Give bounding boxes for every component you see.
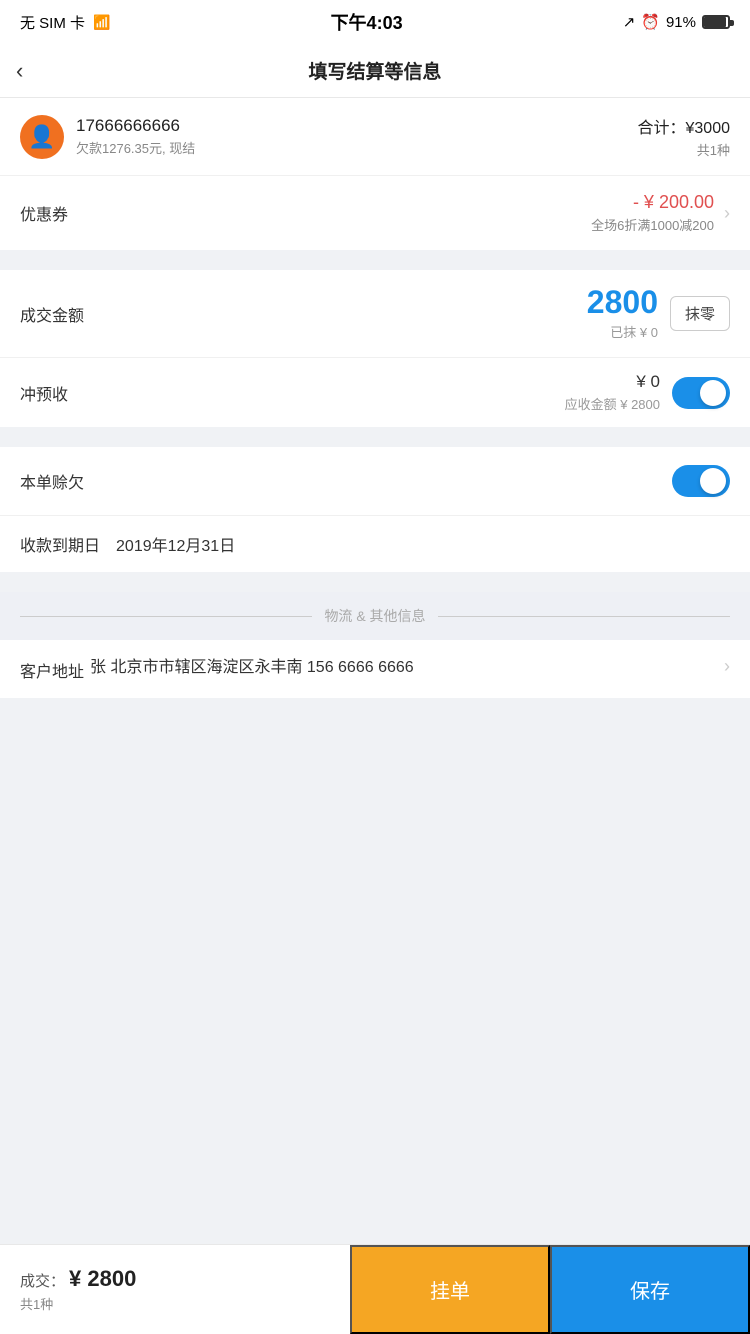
address-chevron-icon: › (724, 656, 730, 677)
address-label: 客户地址 (20, 656, 90, 682)
credit-toggle[interactable] (672, 465, 730, 497)
deal-card: 成交金额 2800 已抹 ¥ 0 抹零 冲预收 ¥ 0 应收金额 ¥ 2800 (0, 270, 750, 427)
logistics-separator: 物流 & 其他信息 (0, 592, 750, 640)
separator-2 (0, 437, 750, 447)
customer-row: 👤 17666666666 欠款1276.35元, 现结 合计：¥3000 共1… (0, 98, 750, 176)
status-bar: 无 SIM 卡 📶 下午4:03 ↗ ⏰ 91% (0, 0, 750, 44)
prepay-label: 冲预收 (20, 381, 68, 405)
separator-3 (0, 582, 750, 592)
customer-info: 17666666666 欠款1276.35元, 现结 (76, 116, 195, 157)
coupon-discount: - ¥ 200.00 全场6折满1000减200 (591, 192, 714, 234)
bottom-info: 成交： ¥ 2800 共1种 (0, 1245, 350, 1334)
customer-right: 合计：¥3000 共1种 (638, 114, 731, 159)
customer-card: 👤 17666666666 欠款1276.35元, 现结 合计：¥3000 共1… (0, 98, 750, 250)
header: ‹ 填写结算等信息 (0, 44, 750, 98)
deal-label: 成交金额 (20, 302, 84, 326)
bottom-deal-label: 成交： (20, 1270, 65, 1291)
battery-fill (704, 17, 726, 27)
prepay-receivable: 应收金额 ¥ 2800 (565, 394, 660, 413)
logistics-line-right (438, 616, 730, 617)
location-icon: ↗ (623, 13, 636, 31)
bottom-bar: 成交： ¥ 2800 共1种 挂单 保存 (0, 1244, 750, 1334)
due-row: 收款到期日 2019年12月31日 (0, 515, 750, 572)
customer-count: 共1种 (638, 140, 731, 159)
coupon-right: - ¥ 200.00 全场6折满1000减200 › (591, 192, 730, 234)
battery-percent: 91% (666, 14, 696, 31)
credit-card: 本单赊欠 收款到期日 2019年12月31日 (0, 447, 750, 572)
wifi-icon: 📶 (93, 14, 110, 31)
address-text: 张 北京市市辖区海淀区永丰南 156 6666 6666 (90, 656, 720, 680)
status-time: 下午4:03 (331, 9, 403, 35)
logistics-line-left (20, 616, 312, 617)
customer-left: 👤 17666666666 欠款1276.35元, 现结 (20, 115, 195, 159)
battery-bar (702, 15, 730, 29)
coupon-desc: 全场6折满1000减200 (591, 215, 714, 234)
pending-button[interactable]: 挂单 (350, 1245, 550, 1334)
prepay-row: 冲预收 ¥ 0 应收金额 ¥ 2800 (0, 357, 750, 427)
amount-values: 2800 已抹 ¥ 0 (587, 286, 658, 341)
carrier-label: 无 SIM 卡 (20, 12, 85, 33)
customer-debt: 欠款1276.35元, 现结 (76, 138, 195, 157)
content: 👤 17666666666 欠款1276.35元, 现结 合计：¥3000 共1… (0, 98, 750, 988)
save-button[interactable]: 保存 (550, 1245, 750, 1334)
coupon-row[interactable]: 优惠券 - ¥ 200.00 全场6折满1000减200 › (0, 176, 750, 250)
due-date-value: 2019年12月31日 (116, 532, 235, 556)
status-left: 无 SIM 卡 📶 (20, 12, 110, 33)
due-label: 收款到期日 (20, 532, 100, 556)
customer-phone: 17666666666 (76, 116, 195, 136)
bottom-space (0, 708, 750, 888)
status-right: ↗ ⏰ 91% (623, 13, 730, 31)
amount-row: 成交金额 2800 已抹 ¥ 0 抹零 (0, 270, 750, 357)
credit-label: 本单赊欠 (20, 469, 84, 493)
avatar: 👤 (20, 115, 64, 159)
customer-total: 合计：¥3000 (638, 114, 731, 138)
credit-row: 本单赊欠 (0, 447, 750, 515)
amount-right: 2800 已抹 ¥ 0 抹零 (587, 286, 730, 341)
coupon-label: 优惠券 (20, 201, 68, 225)
back-button[interactable]: ‹ (16, 58, 23, 84)
prepay-amount: ¥ 0 (565, 372, 660, 392)
coupon-chevron-icon: › (724, 203, 730, 224)
logistics-label: 物流 & 其他信息 (324, 606, 425, 626)
alarm-icon: ⏰ (641, 13, 660, 31)
prepay-toggle[interactable] (672, 377, 730, 409)
address-row[interactable]: 客户地址 张 北京市市辖区海淀区永丰南 156 6666 6666 › (0, 640, 750, 698)
deal-amount-value: 2800 (587, 286, 658, 318)
bottom-deal-amount: ¥ 2800 (69, 1266, 136, 1292)
bottom-deal-row: 成交： ¥ 2800 (20, 1266, 330, 1292)
deal-amount-sub: 已抹 ¥ 0 (587, 322, 658, 341)
coupon-amount: - ¥ 200.00 (591, 192, 714, 213)
round-zero-button[interactable]: 抹零 (670, 296, 730, 331)
bottom-count: 共1种 (20, 1294, 330, 1313)
prepay-values: ¥ 0 应收金额 ¥ 2800 (565, 372, 660, 413)
prepay-right: ¥ 0 应收金额 ¥ 2800 (565, 372, 730, 413)
separator-1 (0, 260, 750, 270)
page-title: 填写结算等信息 (308, 57, 441, 84)
